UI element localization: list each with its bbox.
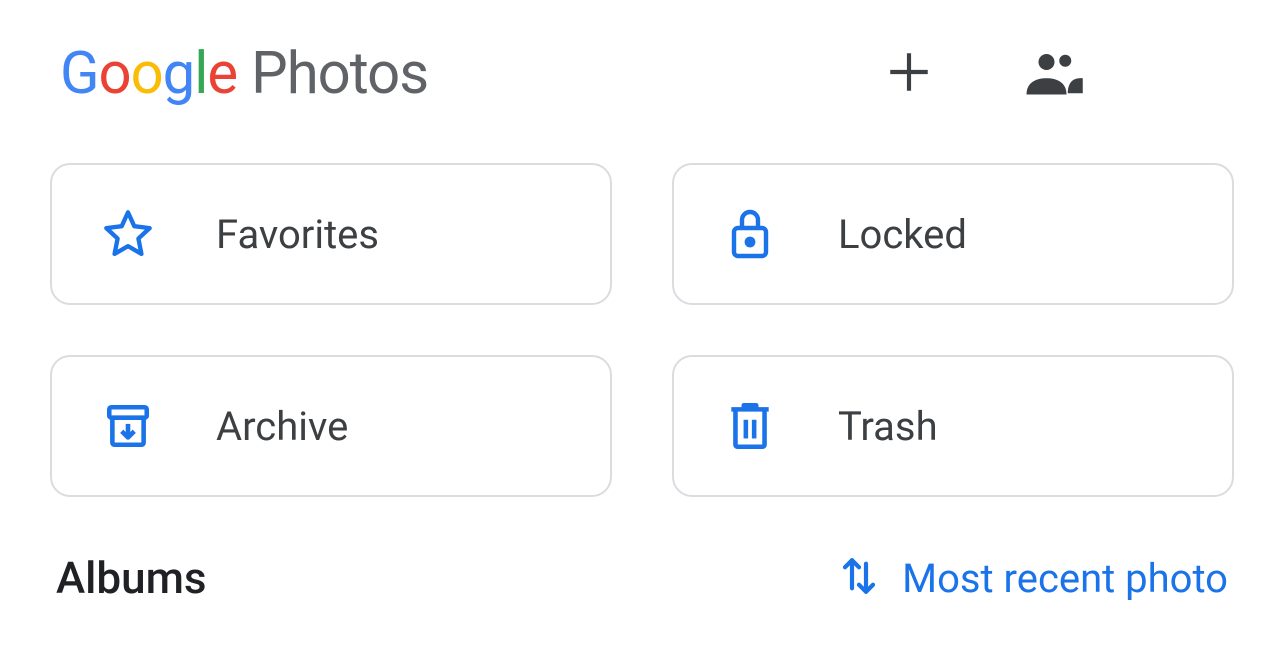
sort-label: Most recent photo (902, 555, 1228, 602)
lock-icon (722, 206, 778, 262)
people-icon[interactable] (1024, 47, 1084, 101)
albums-title: Albums (56, 552, 207, 604)
trash-label: Trash (838, 403, 938, 450)
archive-tile[interactable]: Archive (50, 355, 612, 497)
add-icon[interactable] (884, 47, 934, 101)
archive-icon (100, 401, 156, 451)
header: Google Photos (50, 40, 1234, 108)
trash-icon (722, 399, 778, 453)
favorites-label: Favorites (216, 211, 379, 258)
albums-section-header: Albums Most recent photo (50, 552, 1234, 604)
favorites-tile[interactable]: Favorites (50, 163, 612, 305)
header-actions (884, 47, 1084, 101)
app-logo: Google Photos (60, 40, 428, 108)
library-tiles: Favorites Locked Archive (50, 163, 1234, 497)
trash-tile[interactable]: Trash (672, 355, 1234, 497)
locked-tile[interactable]: Locked (672, 163, 1234, 305)
sort-icon (838, 553, 880, 603)
star-icon (100, 208, 156, 260)
sort-button[interactable]: Most recent photo (838, 553, 1228, 603)
locked-label: Locked (838, 211, 967, 258)
archive-label: Archive (216, 403, 348, 450)
app-logo-suffix: Photos (251, 40, 428, 108)
